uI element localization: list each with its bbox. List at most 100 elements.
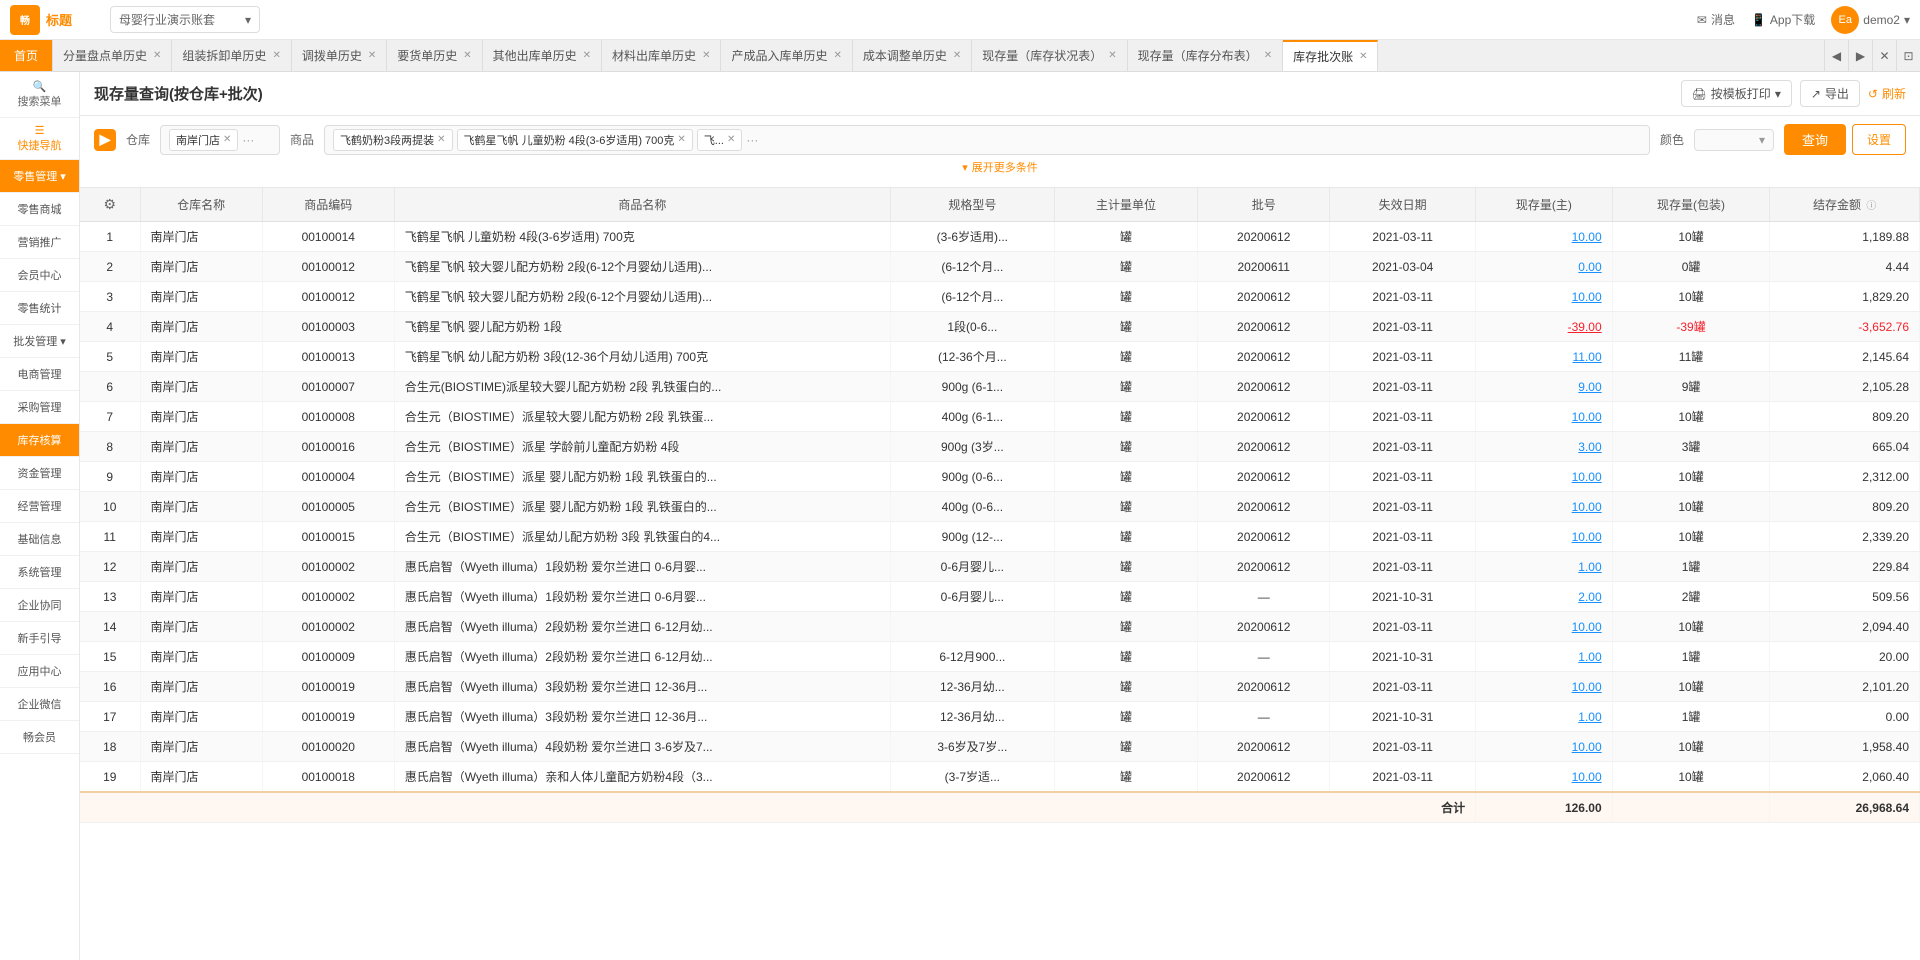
sidebar-item-lingshou[interactable]: 零售管理 ▾ xyxy=(0,160,79,193)
tab-close-icon[interactable]: ✕ xyxy=(153,50,161,61)
tab-close-icon[interactable]: ✕ xyxy=(702,50,710,61)
filter-expand-button[interactable]: ▶ xyxy=(94,129,116,151)
sidebar-item-xinshou[interactable]: 新手引导 xyxy=(0,622,79,655)
sidebar-item-jichu[interactable]: 基础信息 xyxy=(0,523,79,556)
messages-button[interactable]: ✉ 消息 xyxy=(1697,11,1735,28)
tab-close-all-button[interactable]: ✕ xyxy=(1872,40,1896,72)
print-button[interactable]: 🖨 按模板打印 ▾ xyxy=(1681,80,1792,107)
tab-chenben[interactable]: 成本调整单历史 ✕ xyxy=(853,40,972,72)
tab-close-icon[interactable]: ✕ xyxy=(1264,50,1272,61)
user-menu[interactable]: Ea demo2 ▾ xyxy=(1831,6,1910,34)
cell-qty-main[interactable]: 3.00 xyxy=(1476,432,1612,462)
cell-qty-main[interactable]: 10.00 xyxy=(1476,522,1612,552)
th-batch: 批号 xyxy=(1198,188,1330,222)
tab-close-icon[interactable]: ✕ xyxy=(1108,50,1116,61)
cell-qty-main[interactable]: 1.00 xyxy=(1476,702,1612,732)
product-tag-2[interactable]: 飞鹤星飞帆 儿童奶粉 4段(3-6岁适用) 700克 ✕ xyxy=(457,129,693,151)
tab-close-icon[interactable]: ✕ xyxy=(272,50,280,61)
product-tag-2-close[interactable]: ✕ xyxy=(677,134,685,145)
tab-close-icon[interactable]: ✕ xyxy=(583,50,591,61)
tab-expand-button[interactable]: ⊡ xyxy=(1896,40,1920,72)
product-tag-1-close[interactable]: ✕ xyxy=(437,134,445,145)
cell-qty-main[interactable]: 1.00 xyxy=(1476,642,1612,672)
cell-qty-main[interactable]: 11.00 xyxy=(1476,342,1612,372)
tab-fenliangpandian[interactable]: 分量盘点单历史 ✕ xyxy=(53,40,172,72)
sidebar-item-kucun[interactable]: 库存核算 xyxy=(0,424,79,457)
tab-close-icon[interactable]: ✕ xyxy=(463,50,471,61)
app-download-button[interactable]: 📱 App下载 xyxy=(1751,11,1815,28)
tab-prev-button[interactable]: ◀ xyxy=(1824,40,1848,72)
sidebar-item-jingying[interactable]: 经营管理 xyxy=(0,490,79,523)
cell-qty-main[interactable]: 0.00 xyxy=(1476,252,1612,282)
cell-amount: 4.44 xyxy=(1770,252,1920,282)
product-more-icon[interactable]: ··· xyxy=(746,133,758,147)
sidebar-item-yingxiao[interactable]: 营销推广 xyxy=(0,226,79,259)
tab-yaohuo[interactable]: 要货单历史 ✕ xyxy=(387,40,482,72)
query-button[interactable]: 查询 xyxy=(1784,124,1846,155)
cell-qty-main[interactable]: 10.00 xyxy=(1476,222,1612,252)
workspace-selector[interactable]: 母婴行业演示账套 ▾ xyxy=(110,6,260,33)
tab-cailiaochu[interactable]: 材料出库单历史 ✕ xyxy=(602,40,721,72)
sidebar-item-lingshoutj[interactable]: 零售统计 xyxy=(0,292,79,325)
cell-num: 1 xyxy=(80,222,140,252)
product-tag-1[interactable]: 飞鹤奶粉3段两提装 ✕ xyxy=(333,129,453,151)
sidebar-item-xitong[interactable]: 系统管理 xyxy=(0,556,79,589)
tab-close-icon[interactable]: ✕ xyxy=(833,50,841,61)
sidebar-search[interactable]: 🔍 搜索菜单 xyxy=(0,72,79,118)
cell-qty-main[interactable]: 10.00 xyxy=(1476,492,1612,522)
product-filter-group[interactable]: 飞鹤奶粉3段两提装 ✕ 飞鹤星飞帆 儿童奶粉 4段(3-6岁适用) 700克 ✕… xyxy=(324,125,1650,155)
cell-qty-main[interactable]: 10.00 xyxy=(1476,402,1612,432)
tab-kucunpici[interactable]: 库存批次账 ✕ xyxy=(1283,40,1378,72)
cell-qty-main[interactable]: 10.00 xyxy=(1476,612,1612,642)
settings-icon[interactable]: ⚙ xyxy=(103,196,116,212)
sidebar-item-changhui[interactable]: 畅会员 xyxy=(0,721,79,754)
tab-chanpin[interactable]: 产成品入库单历史 ✕ xyxy=(721,40,852,72)
sidebar-quick-nav[interactable]: ☰ 快捷导航 xyxy=(0,118,79,160)
tab-close-icon[interactable]: ✕ xyxy=(1359,51,1367,62)
sidebar-item-caigou[interactable]: 采购管理 xyxy=(0,391,79,424)
sidebar-item-weixin[interactable]: 企业微信 xyxy=(0,688,79,721)
cell-qty-main[interactable]: 10.00 xyxy=(1476,462,1612,492)
tab-next-button[interactable]: ▶ xyxy=(1848,40,1872,72)
tab-qitachuku[interactable]: 其他出库单历史 ✕ xyxy=(483,40,602,72)
sidebar-item-dianshangg[interactable]: 电商管理 xyxy=(0,358,79,391)
sidebar-item-zijin[interactable]: 资金管理 xyxy=(0,457,79,490)
cell-spec: 0-6月婴儿... xyxy=(891,552,1055,582)
warehouse-more-icon[interactable]: ··· xyxy=(242,133,254,147)
tab-close-icon[interactable]: ✕ xyxy=(368,50,376,61)
tab-diaobodanhistory[interactable]: 调拨单历史 ✕ xyxy=(292,40,387,72)
cell-qty-main[interactable]: 10.00 xyxy=(1476,762,1612,793)
set-button[interactable]: 设置 xyxy=(1852,124,1906,155)
export-button[interactable]: ↗ 导出 xyxy=(1800,80,1860,107)
product-tag-3[interactable]: 飞... ✕ xyxy=(697,129,743,151)
tab-xiancunliang1[interactable]: 现存量（库存状况表） ✕ xyxy=(972,40,1127,72)
cell-qty-main[interactable]: -39.00 xyxy=(1476,312,1612,342)
sidebar-item-qiye[interactable]: 企业协同 xyxy=(0,589,79,622)
cell-amount: 1,189.88 xyxy=(1770,222,1920,252)
tab-close-icon[interactable]: ✕ xyxy=(953,50,961,61)
cell-qty-main[interactable]: 10.00 xyxy=(1476,672,1612,702)
cell-qty-main[interactable]: 2.00 xyxy=(1476,582,1612,612)
cell-name: 飞鹤星飞帆 儿童奶粉 4段(3-6岁适用) 700克 xyxy=(394,222,890,252)
cell-qty-main[interactable]: 10.00 xyxy=(1476,732,1612,762)
product-tag-3-close[interactable]: ✕ xyxy=(727,134,735,145)
cell-qty-pkg: 0罐 xyxy=(1612,252,1770,282)
tab-xiancunliang2[interactable]: 现存量（库存分布表） ✕ xyxy=(1128,40,1283,72)
th-settings[interactable]: ⚙ xyxy=(80,188,140,222)
tab-home[interactable]: 首页 xyxy=(0,40,53,72)
sidebar-item-pifa[interactable]: 批发管理 ▾ xyxy=(0,325,79,358)
sidebar-item-lingshoucheng[interactable]: 零售商城 xyxy=(0,193,79,226)
color-filter-group[interactable]: ▾ xyxy=(1694,129,1774,151)
cell-qty-main[interactable]: 1.00 xyxy=(1476,552,1612,582)
expand-more-button[interactable]: ▾ 展开更多条件 xyxy=(94,155,1906,179)
cell-qty-main[interactable]: 10.00 xyxy=(1476,282,1612,312)
refresh-button[interactable]: ↺ 刷新 xyxy=(1868,85,1906,102)
warehouse-tag[interactable]: 南岸门店 ✕ xyxy=(169,129,238,151)
tab-zuzhangchaijian[interactable]: 组装拆卸单历史 ✕ xyxy=(172,40,291,72)
warehouse-tag-close-icon[interactable]: ✕ xyxy=(223,134,231,145)
sidebar-item-huiyuan[interactable]: 会员中心 xyxy=(0,259,79,292)
sidebar-item-yingyong[interactable]: 应用中心 xyxy=(0,655,79,688)
warehouse-filter-group[interactable]: 南岸门店 ✕ ··· xyxy=(160,125,280,155)
table-row: 11 南岸门店 00100015 合生元（BIOSTIME）派星幼儿配方奶粉 3… xyxy=(80,522,1920,552)
cell-qty-main[interactable]: 9.00 xyxy=(1476,372,1612,402)
